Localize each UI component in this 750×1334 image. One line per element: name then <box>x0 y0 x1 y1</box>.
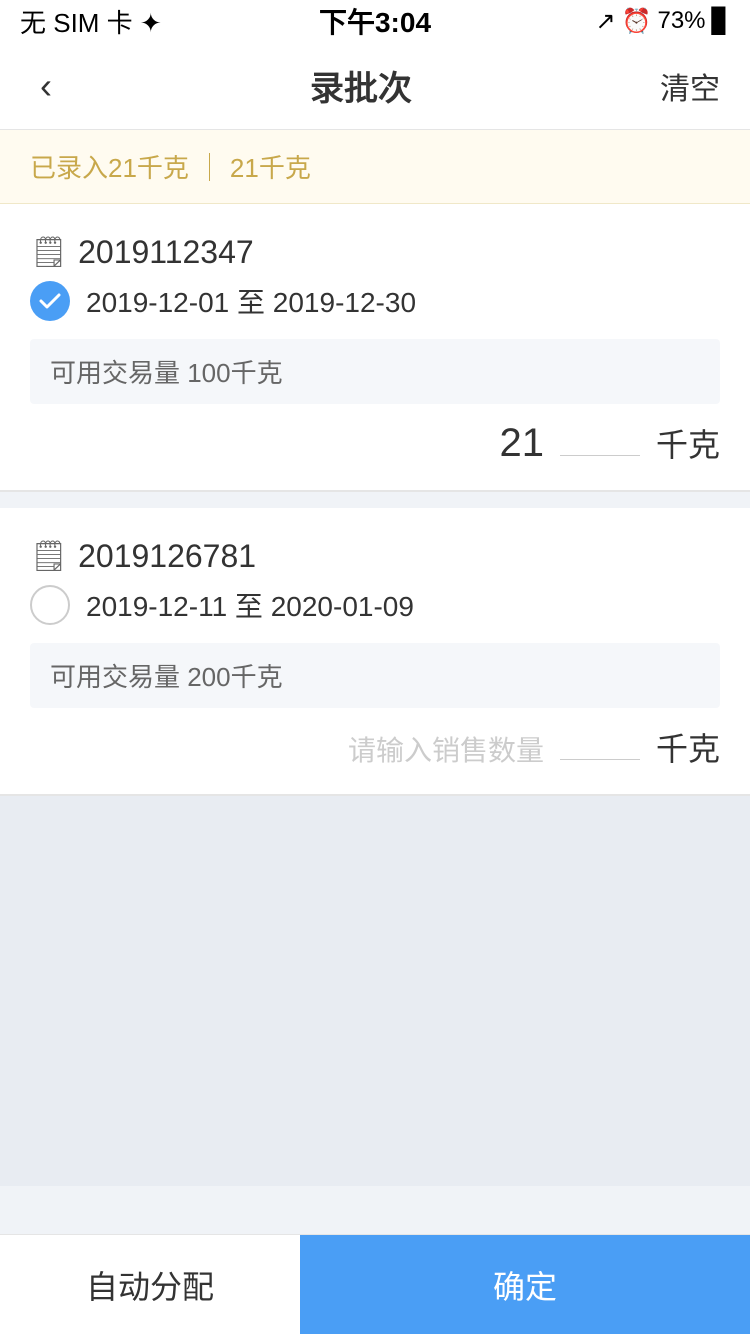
battery-percent: 73% <box>657 7 705 35</box>
sim-text: 无 SIM 卡 ✦ <box>20 3 162 40</box>
back-button[interactable]: ‹ <box>30 55 62 117</box>
info-divider <box>209 153 210 181</box>
batch-number-1: 2019112347 <box>78 234 254 271</box>
batch-date-row-1[interactable]: 2019-12-01 至 2019-12-30 <box>30 281 720 321</box>
section-separator-1 <box>0 492 750 508</box>
qty-underline-1 <box>560 455 640 456</box>
clear-button[interactable]: 清空 <box>660 64 720 108</box>
status-bar: 无 SIM 卡 ✦ 下午3:04 ↗ ⏰ 73% ▊ <box>0 0 750 42</box>
qty-unit-1: 千克 <box>656 420 720 466</box>
recorded-value: 21千克 <box>230 148 311 185</box>
status-time: 下午3:04 <box>319 1 431 41</box>
qty-underline-2 <box>560 759 640 760</box>
batch-date-1: 2019-12-01 至 2019-12-30 <box>86 281 416 321</box>
battery-icon: ▊ <box>712 7 730 36</box>
qty-display-1: 21 <box>499 421 544 466</box>
qty-input-row-2[interactable]: 千克 <box>0 708 750 796</box>
batch-card-1-inner: 🗒 2019112347 2019-12-01 至 2019-12-30 可用交… <box>0 204 750 404</box>
available-qty-2: 可用交易量 200千克 <box>30 643 720 708</box>
qty-input-2[interactable] <box>244 731 544 768</box>
batch-number-2: 2019126781 <box>78 538 256 575</box>
qty-value-row-1: 21 千克 <box>0 404 750 492</box>
batch-card-1: 🗒 2019112347 2019-12-01 至 2019-12-30 可用交… <box>0 204 750 492</box>
alarm-icon: ⏰ <box>622 7 652 36</box>
batch-title-row-1: 🗒 2019112347 <box>30 234 720 271</box>
recorded-label: 已录入21千克 <box>30 148 189 185</box>
nav-bar: ‹ 录批次 清空 <box>0 42 750 130</box>
location-icon: ↗ <box>595 7 615 36</box>
batch-card-2: 🗒 2019126781 2019-12-11 至 2020-01-09 可用交… <box>0 508 750 796</box>
batch-date-row-2[interactable]: 2019-12-11 至 2020-01-09 <box>30 585 720 625</box>
radio-1[interactable] <box>30 281 70 321</box>
confirm-button[interactable]: 确定 <box>300 1235 750 1334</box>
status-left: 无 SIM 卡 ✦ <box>20 3 162 40</box>
available-qty-1: 可用交易量 100千克 <box>30 339 720 404</box>
batch-date-2: 2019-12-11 至 2020-01-09 <box>86 585 414 625</box>
batch-doc-icon-2: 🗒 <box>30 539 68 574</box>
empty-area <box>0 796 750 1186</box>
batch-card-2-inner: 🗒 2019126781 2019-12-11 至 2020-01-09 可用交… <box>0 508 750 708</box>
info-banner: 已录入21千克 21千克 <box>0 130 750 204</box>
batch-doc-icon-1: 🗒 <box>30 235 68 270</box>
auto-distribute-button[interactable]: 自动分配 <box>0 1235 300 1334</box>
qty-unit-2: 千克 <box>656 724 720 770</box>
status-right: ↗ ⏰ 73% ▊ <box>595 7 730 36</box>
batch-title-row-2: 🗒 2019126781 <box>30 538 720 575</box>
page-title: 录批次 <box>310 61 412 110</box>
bottom-bar: 自动分配 确定 <box>0 1234 750 1334</box>
radio-2[interactable] <box>30 585 70 625</box>
